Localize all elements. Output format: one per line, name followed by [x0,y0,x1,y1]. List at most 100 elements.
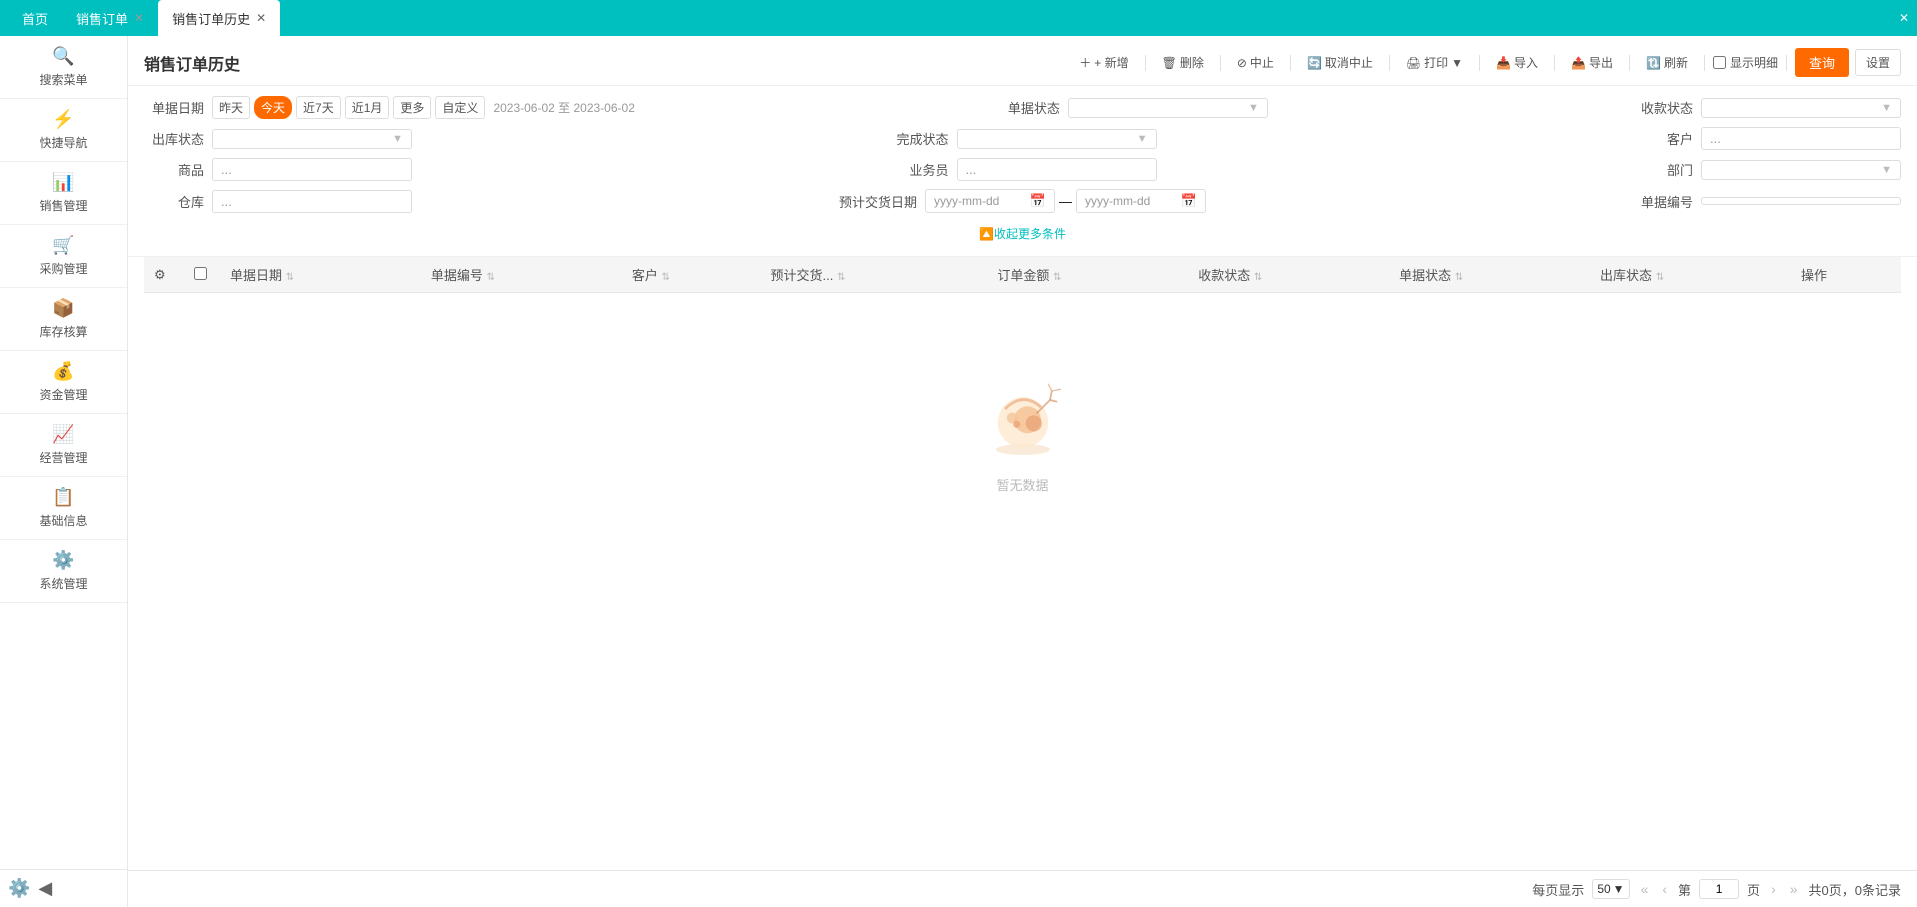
sidebar-item-inventory[interactable]: 📦 库存核算 [0,288,127,351]
sidebar-item-quick-nav[interactable]: ⚡ 快捷导航 [0,99,127,162]
content-area: 销售订单历史 ＋ + 新增 🗑 删除 ⊘ 中止 🔄 [128,36,1917,907]
customer-dots: ... [1710,131,1721,146]
col-customer-label: 客户 [632,268,658,283]
col-customer-sort[interactable]: ⇅ [661,272,669,283]
stop-button[interactable]: ⊘ 中止 [1229,50,1282,75]
col-orderno[interactable]: 单据编号 ⇅ [421,257,622,293]
sales-person-label: 业务员 [889,160,949,179]
order-no-input[interactable] [1701,197,1901,205]
sidebar-item-purchase-mgmt[interactable]: 🛒 采购管理 [0,225,127,288]
department-select[interactable]: ▼ [1701,160,1901,180]
department-arrow: ▼ [1881,164,1892,176]
delivery-date-start[interactable]: yyyy-mm-dd 📅 [925,189,1055,213]
outbound-status-arrow: ▼ [392,133,403,145]
collapse-filter-btn[interactable]: 🔼 收起更多条件 [144,221,1901,246]
next-page-btn[interactable]: › [1768,881,1779,897]
sidebar-item-finance[interactable]: 💰 资金管理 [0,351,127,414]
prev-page-btn[interactable]: ‹ [1659,881,1670,897]
print-button[interactable]: 🖨 打印 ▼ [1398,50,1471,75]
settings-button[interactable]: 设置 [1855,49,1901,76]
completion-status-select[interactable]: ▼ [957,129,1157,149]
current-page-input[interactable] [1699,879,1739,899]
outbound-status-select[interactable]: ▼ [212,129,412,149]
sidebar-item-basic-info[interactable]: 📋 基础信息 [0,477,127,540]
export-button[interactable]: 📤 导出 [1563,50,1621,75]
warehouse-dots: ... [221,194,232,209]
col-out-status-sort[interactable]: ⇅ [1656,272,1664,283]
sidebar-item-system[interactable]: ⚙️ 系统管理 [0,540,127,603]
date-btn-7days[interactable]: 近7天 [296,96,341,119]
delete-button[interactable]: 🗑 删除 [1154,50,1212,75]
table-header-row: ⚙ 单据日期 ⇅ 单据编号 ⇅ 客户 [144,257,1901,293]
new-button[interactable]: ＋ + 新增 [1071,50,1136,75]
col-out-status[interactable]: 出库状态 ⇅ [1590,257,1791,293]
total-text: 共0页，0条记录 [1809,880,1901,899]
col-pay-status-label: 收款状态 [1198,268,1250,283]
first-page-btn[interactable]: « [1638,881,1652,897]
settings-label: 设置 [1866,54,1890,71]
tab-sales-order-close[interactable]: ✕ [134,11,144,25]
col-order-status-sort[interactable]: ⇅ [1455,272,1463,283]
date-label: 单据日期 [144,98,204,117]
query-button[interactable]: 查询 [1795,48,1849,77]
col-pay-status[interactable]: 收款状态 ⇅ [1188,257,1389,293]
print-icon: 🖨 [1406,56,1421,70]
col-amount-sort[interactable]: ⇅ [1053,272,1061,283]
date-btn-1month[interactable]: 近1月 [345,96,390,119]
sales-person-input[interactable]: ... [957,158,1157,181]
select-all-checkbox[interactable] [194,267,207,280]
tab-home[interactable]: 首页 [8,0,62,36]
col-delivery-sort[interactable]: ⇅ [837,272,845,283]
divider4 [1389,55,1390,71]
sidebar-item-search-menu[interactable]: 🔍 搜索菜单 [0,36,127,99]
col-gear[interactable]: ⚙ [144,257,184,293]
col-customer[interactable]: 客户 ⇅ [622,257,761,293]
tab-sales-order[interactable]: 销售订单 ✕ [62,0,158,36]
cancel-stop-button[interactable]: 🔄 取消中止 [1299,50,1381,75]
date-btn-yesterday[interactable]: 昨天 [212,96,250,119]
delivery-date-label: 预计交货日期 [839,192,917,211]
filter-row-2: 出库状态 ▼ 完成状态 ▼ 客户 ... [144,127,1901,150]
tab-sales-history-close[interactable]: ✕ [256,11,266,25]
col-date[interactable]: 单据日期 ⇅ [220,257,421,293]
sidebar-settings-btn[interactable]: ⚙️ [8,878,30,899]
divider2 [1220,55,1221,71]
page-title: 销售订单历史 [144,51,240,75]
refresh-button[interactable]: 🔃 刷新 [1638,50,1696,75]
col-out-status-label: 出库状态 [1600,268,1652,283]
display-details-checkbox[interactable] [1713,56,1726,69]
col-orderno-sort[interactable]: ⇅ [487,272,495,283]
tab-sales-history-label: 销售订单历史 [172,9,250,28]
product-input[interactable]: ... [212,158,412,181]
col-order-status[interactable]: 单据状态 ⇅ [1389,257,1590,293]
col-pay-status-sort[interactable]: ⇅ [1254,272,1262,283]
col-delivery[interactable]: 预计交货... ⇅ [761,257,988,293]
toolbar: ＋ + 新增 🗑 删除 ⊘ 中止 🔄 取消中止 [1071,48,1901,77]
sidebar-item-operations-label: 经营管理 [39,449,87,466]
date-btn-custom[interactable]: 自定义 [435,96,485,119]
product-label: 商品 [144,160,204,179]
payment-status-select[interactable]: ▼ [1701,98,1901,118]
date-btn-today[interactable]: 今天 [254,96,292,119]
import-button[interactable]: 📥 导入 [1488,50,1546,75]
page-size-select[interactable]: 50 ▼ [1592,879,1629,899]
finance-icon: 💰 [52,361,74,382]
filter-area: 单据日期 昨天 今天 近7天 近1月 更多 自定义 2023-06-02 至 2… [128,86,1917,257]
tab-sales-history[interactable]: 销售订单历史 ✕ [158,0,280,36]
col-date-sort[interactable]: ⇅ [286,272,294,283]
sidebar-item-system-label: 系统管理 [39,575,87,592]
sidebar-item-operations[interactable]: 📈 经营管理 [0,414,127,477]
order-status-select[interactable]: ▼ [1068,98,1268,118]
last-page-btn[interactable]: » [1787,881,1801,897]
col-amount[interactable]: 订单金额 ⇅ [987,257,1188,293]
delivery-date-end[interactable]: yyyy-mm-dd 📅 [1076,189,1206,213]
warehouse-input[interactable]: ... [212,190,412,213]
date-btn-more[interactable]: 更多 [393,96,431,119]
delivery-date-end-text: yyyy-mm-dd [1085,194,1150,208]
sidebar-collapse-btn[interactable]: ◀ [38,878,52,899]
window-close-btn[interactable]: ✕ [1899,11,1909,25]
customer-input[interactable]: ... [1701,127,1901,150]
display-details-label[interactable]: 显示明细 [1713,54,1778,71]
print-label: 打印 [1424,54,1448,71]
sidebar-item-sales-mgmt[interactable]: 📊 销售管理 [0,162,127,225]
